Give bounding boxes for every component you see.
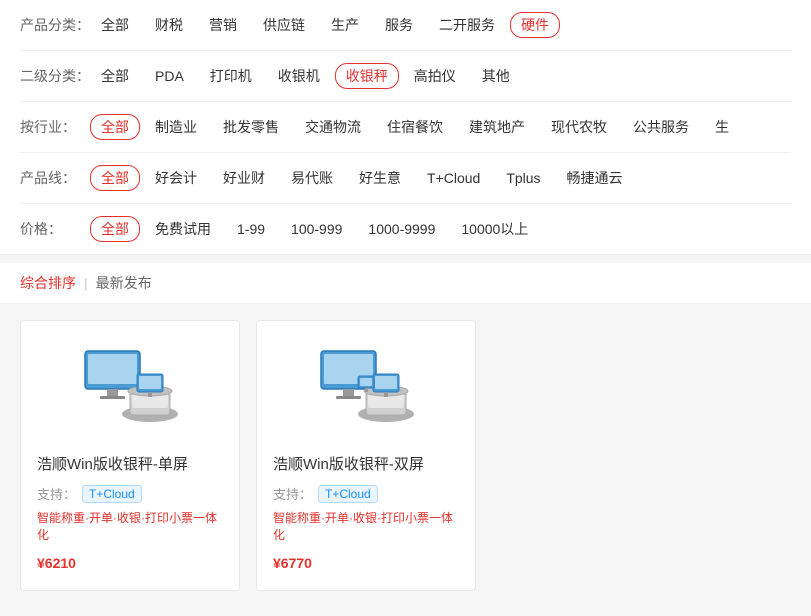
industry-item-7[interactable]: 公共服务 [622, 114, 700, 140]
productline-item-5[interactable]: T+Cloud [416, 167, 491, 189]
product-price-1: ¥6770 [273, 551, 459, 574]
support-label-1: 支持： [273, 484, 312, 503]
subcategory-items: 全部 PDA 打印机 收银机 收银秤 高拍仪 其他 [90, 63, 521, 89]
price-value-0: 6210 [45, 555, 76, 571]
subcategory-item-4[interactable]: 收银秤 [335, 63, 399, 89]
product-image-0 [37, 341, 223, 441]
category-item-2[interactable]: 营销 [198, 12, 248, 38]
industry-item-3[interactable]: 交通物流 [294, 114, 372, 140]
category-label: 产品分类： [20, 15, 90, 35]
industry-label: 按行业： [20, 117, 90, 137]
industry-filter-row: 按行业： 全部 制造业 批发零售 交通物流 住宿餐饮 建筑地产 现代农牧 公共服… [20, 102, 791, 153]
product-desc-0: 智能称重·开单·收银·打印小票一体化 [37, 509, 223, 543]
products-area: 浩顺Win版收银秤-单屏 支持： T+Cloud 智能称重·开单·收银·打印小票… [0, 304, 811, 607]
category-item-0[interactable]: 全部 [90, 12, 140, 38]
price-filter-row: 价格： 全部 免费试用 1-99 100-999 1000-9999 10000… [20, 204, 791, 254]
price-symbol-0: ¥ [37, 555, 45, 571]
product-name-0: 浩顺Win版收银秤-单屏 [37, 453, 223, 474]
productline-items: 全部 好会计 好业财 易代账 好生意 T+Cloud Tplus 畅捷通云 [90, 165, 634, 191]
productline-filter-row: 产品线： 全部 好会计 好业财 易代账 好生意 T+Cloud Tplus 畅捷… [20, 153, 791, 204]
category-item-1[interactable]: 财税 [144, 12, 194, 38]
subcategory-item-0[interactable]: 全部 [90, 63, 140, 89]
category-items: 全部 财税 营销 供应链 生产 服务 二开服务 硬件 [90, 12, 560, 38]
product-card-1[interactable]: 浩顺Win版收银秤-双屏 支持： T+Cloud 智能称重·开单·收银·打印小票… [256, 320, 476, 591]
industry-item-2[interactable]: 批发零售 [212, 114, 290, 140]
price-item-3[interactable]: 100-999 [280, 218, 353, 240]
filter-section: 产品分类： 全部 财税 营销 供应链 生产 服务 二开服务 硬件 二级分类： 全… [0, 0, 811, 255]
productline-item-2[interactable]: 好业财 [212, 165, 276, 191]
price-item-0[interactable]: 全部 [90, 216, 140, 242]
sort-bar: 综合排序 | 最新发布 [0, 263, 811, 304]
productline-item-1[interactable]: 好会计 [144, 165, 208, 191]
subcategory-filter-row: 二级分类： 全部 PDA 打印机 收银机 收银秤 高拍仪 其他 [20, 51, 791, 102]
price-item-2[interactable]: 1-99 [226, 218, 276, 240]
product-card-0[interactable]: 浩顺Win版收银秤-单屏 支持： T+Cloud 智能称重·开单·收银·打印小票… [20, 320, 240, 591]
industry-item-8[interactable]: 生 [704, 114, 740, 140]
productline-item-4[interactable]: 好生意 [348, 165, 412, 191]
price-item-1[interactable]: 免费试用 [144, 216, 222, 242]
category-item-4[interactable]: 生产 [320, 12, 370, 38]
productline-item-0[interactable]: 全部 [90, 165, 140, 191]
subcategory-item-2[interactable]: 打印机 [199, 63, 263, 89]
price-value-1: 6770 [281, 555, 312, 571]
product-price-0: ¥6210 [37, 551, 223, 574]
category-item-3[interactable]: 供应链 [252, 12, 316, 38]
industry-item-0[interactable]: 全部 [90, 114, 140, 140]
category-item-5[interactable]: 服务 [374, 12, 424, 38]
price-item-5[interactable]: 10000以上 [450, 216, 539, 242]
category-item-6[interactable]: 二开服务 [428, 12, 506, 38]
support-badge-0: T+Cloud [82, 485, 142, 503]
industry-item-1[interactable]: 制造业 [144, 114, 208, 140]
industry-items: 全部 制造业 批发零售 交通物流 住宿餐饮 建筑地产 现代农牧 公共服务 生 [90, 114, 740, 140]
price-label: 价格： [20, 219, 90, 239]
sort-comprehensive[interactable]: 综合排序 [20, 273, 76, 293]
industry-item-4[interactable]: 住宿餐饮 [376, 114, 454, 140]
subcategory-item-1[interactable]: PDA [144, 65, 195, 87]
industry-item-6[interactable]: 现代农牧 [540, 114, 618, 140]
sort-latest[interactable]: 最新发布 [96, 273, 152, 293]
product-support-1: 支持： T+Cloud [273, 484, 459, 503]
category-item-7[interactable]: 硬件 [510, 12, 560, 38]
subcategory-label: 二级分类： [20, 66, 90, 86]
category-filter-row: 产品分类： 全部 财税 营销 供应链 生产 服务 二开服务 硬件 [20, 0, 791, 51]
product-support-0: 支持： T+Cloud [37, 484, 223, 503]
product-image-1 [273, 341, 459, 441]
sort-divider: | [84, 275, 88, 291]
price-item-4[interactable]: 1000-9999 [357, 218, 446, 240]
subcategory-item-5[interactable]: 高拍仪 [403, 63, 467, 89]
product-name-1: 浩顺Win版收银秤-双屏 [273, 453, 459, 474]
industry-item-5[interactable]: 建筑地产 [458, 114, 536, 140]
subcategory-item-3[interactable]: 收银机 [267, 63, 331, 89]
support-label-0: 支持： [37, 484, 76, 503]
support-badge-1: T+Cloud [318, 485, 378, 503]
productline-item-6[interactable]: Tplus [495, 167, 551, 189]
price-symbol-1: ¥ [273, 555, 281, 571]
price-items: 全部 免费试用 1-99 100-999 1000-9999 10000以上 [90, 216, 539, 242]
subcategory-item-6[interactable]: 其他 [471, 63, 521, 89]
product-desc-1: 智能称重·开单·收银·打印小票一体化 [273, 509, 459, 543]
productline-item-7[interactable]: 畅捷通云 [556, 165, 634, 191]
productline-item-3[interactable]: 易代账 [280, 165, 344, 191]
productline-label: 产品线： [20, 168, 90, 188]
